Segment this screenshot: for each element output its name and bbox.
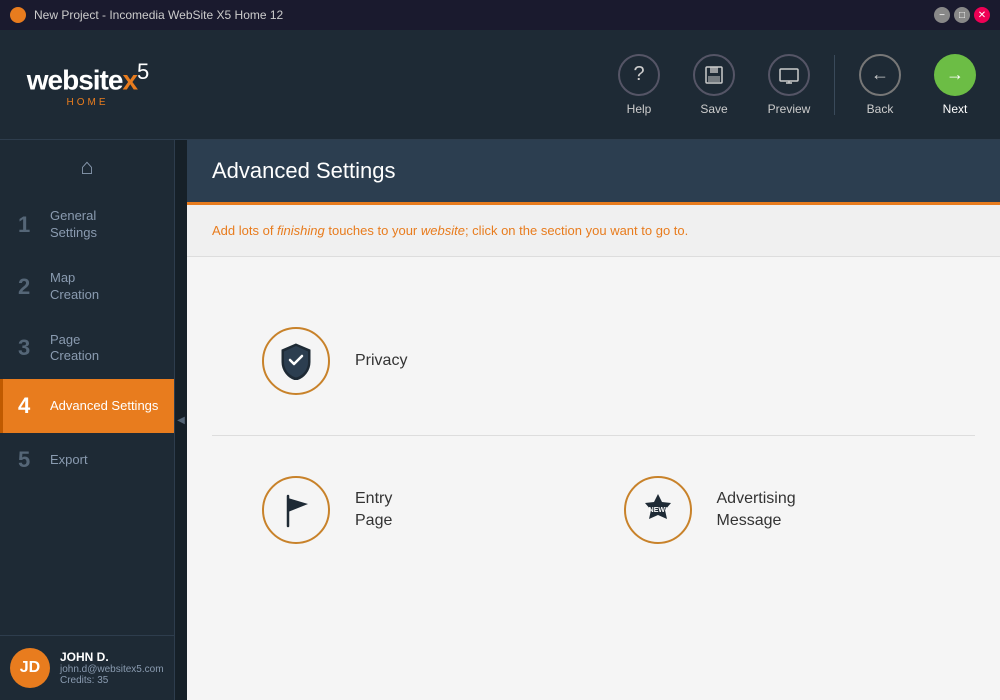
close-button[interactable]: ✕ [974, 7, 990, 23]
logo-area: websitex5 HOME [0, 51, 175, 117]
user-email: john.d@websitex5.com [60, 664, 164, 675]
sidebar-item-general-settings[interactable]: 1 GeneralSettings [0, 194, 174, 256]
toolbar-divider [834, 55, 835, 115]
flag-icon [280, 492, 312, 528]
sidebar-item-page-creation[interactable]: 3 PageCreation [0, 318, 174, 380]
next-button[interactable]: → Next [920, 45, 990, 125]
main-content: Advanced Settings Add lots of finishing … [187, 140, 1000, 700]
privacy-icon-wrap [262, 327, 330, 395]
grid-row-entry-advertising: EntryPage NEW! AdvertisingMessage [212, 435, 975, 584]
logo-text: websitex5 [27, 61, 149, 94]
sidebar-item-advanced-settings[interactable]: 4 Advanced Settings [0, 379, 174, 433]
content-grid: Privacy Ent [187, 257, 1000, 700]
sidebar-collapse-button[interactable]: ◀ [175, 140, 187, 700]
user-name: JOHN D. [60, 650, 164, 664]
home-icon: ⌂ [80, 154, 93, 180]
sidebar-item-map-creation[interactable]: 2 MapCreation [0, 256, 174, 318]
app-body: ⌂ 1 GeneralSettings 2 MapCreation 3 Page… [0, 140, 1000, 700]
save-icon [693, 54, 735, 96]
sidebar-item-home[interactable]: ⌂ [0, 140, 174, 194]
app-wrapper: websitex5 HOME ? Help Save [0, 30, 1000, 700]
app-icon [10, 7, 26, 23]
help-icon: ? [618, 54, 660, 96]
logo-sub: HOME [67, 97, 109, 108]
titlebar: New Project - Incomedia WebSite X5 Home … [0, 0, 1000, 30]
maximize-button[interactable]: □ [954, 7, 970, 23]
preview-icon [768, 54, 810, 96]
grid-row-privacy: Privacy [212, 287, 975, 435]
back-button[interactable]: ← Back [845, 45, 915, 125]
back-icon: ← [859, 54, 901, 96]
toolbar: websitex5 HOME ? Help Save [0, 30, 1000, 140]
new-badge-icon: NEW! [640, 492, 676, 528]
advertising-message-label: AdvertisingMessage [717, 488, 796, 533]
toolbar-actions: ? Help Save [604, 45, 990, 125]
content-header: Advanced Settings [187, 140, 1000, 205]
shield-icon [279, 342, 313, 380]
content-description: Add lots of finishing touches to your we… [187, 205, 1000, 257]
preview-button[interactable]: Preview [754, 45, 824, 125]
entry-page-label: EntryPage [355, 488, 392, 533]
advertising-icon-wrap: NEW! [624, 476, 692, 544]
minimize-button[interactable]: − [934, 7, 950, 23]
user-credits: Credits: 35 [60, 675, 164, 686]
titlebar-title: New Project - Incomedia WebSite X5 Home … [34, 8, 283, 22]
privacy-label: Privacy [355, 350, 407, 372]
sidebar-item-export[interactable]: 5 Export [0, 433, 174, 487]
avatar: JD [10, 648, 50, 688]
sidebar: ⌂ 1 GeneralSettings 2 MapCreation 3 Page… [0, 140, 175, 700]
entry-page-card[interactable]: EntryPage [232, 461, 594, 559]
titlebar-controls: − □ ✕ [934, 7, 990, 23]
help-button[interactable]: ? Help [604, 45, 674, 125]
advertising-message-card[interactable]: NEW! AdvertisingMessage [594, 461, 956, 559]
sidebar-footer: JD JOHN D. john.d@websitex5.com Credits:… [0, 635, 174, 700]
page-title: Advanced Settings [212, 158, 975, 184]
svg-text:NEW!: NEW! [648, 507, 667, 514]
entry-page-icon-wrap [262, 476, 330, 544]
next-icon: → [934, 54, 976, 96]
save-button[interactable]: Save [679, 45, 749, 125]
user-info: JOHN D. john.d@websitex5.com Credits: 35 [60, 650, 164, 686]
privacy-card[interactable]: Privacy [232, 312, 955, 410]
